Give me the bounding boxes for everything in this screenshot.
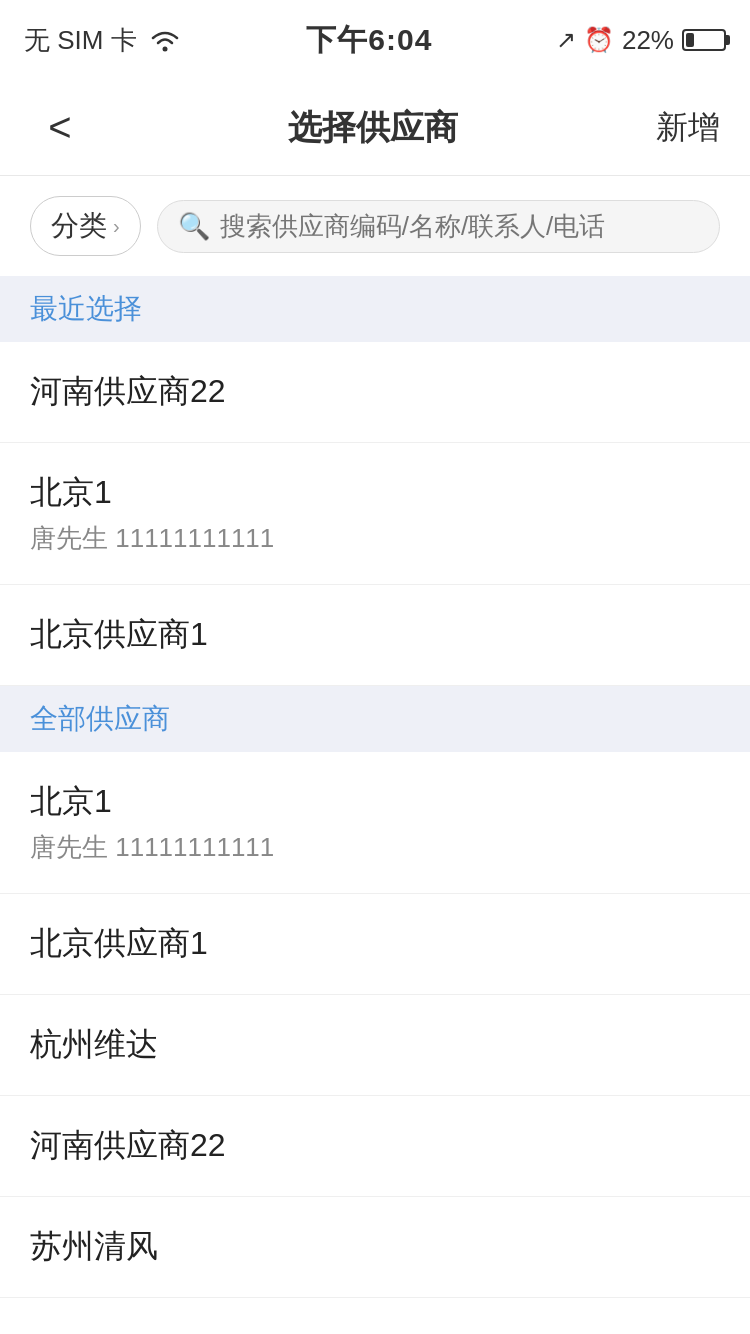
list-item[interactable]: 北京供应商1 <box>0 894 750 995</box>
chevron-right-icon: › <box>113 215 120 238</box>
item-name: 苏州清风 <box>30 1225 720 1269</box>
add-button[interactable]: 新增 <box>656 106 720 150</box>
item-name: 杭州维达 <box>30 1023 720 1067</box>
filter-bar: 分类 › 🔍 <box>0 176 750 276</box>
list-item[interactable]: 河南供应商22 <box>0 1096 750 1197</box>
search-box[interactable]: 🔍 <box>157 200 720 253</box>
search-icon: 🔍 <box>178 211 210 242</box>
all-list: 北京1 唐先生 11111111111 北京供应商1 杭州维达河南供应商22 苏州清… <box>0 752 750 1298</box>
all-section-header: 全部供应商 <box>0 686 750 752</box>
item-name: 北京供应商1 <box>30 922 720 966</box>
svg-point-0 <box>162 47 167 52</box>
item-name: 北京1 <box>30 471 720 515</box>
list-item[interactable]: 北京1 唐先生 11111111111 <box>0 443 750 585</box>
recent-list: 河南供应商22 北京1 唐先生 11111111111 北京供应商1 <box>0 342 750 686</box>
item-name: 北京供应商1 <box>30 613 720 657</box>
item-name: 北京1 <box>30 780 720 824</box>
item-sub: 唐先生 11111111111 <box>30 830 720 865</box>
list-item[interactable]: 苏州清风 <box>0 1197 750 1298</box>
category-label: 分类 <box>51 207 107 245</box>
alarm-icon: ⏰ <box>584 26 614 54</box>
location-icon: ↗ <box>556 26 576 54</box>
list-item[interactable]: 河南供应商22 <box>0 342 750 443</box>
nav-bar: < 选择供应商 新增 <box>0 80 750 176</box>
list-item[interactable]: 北京1 唐先生 11111111111 <box>0 752 750 894</box>
list-item[interactable]: 杭州维达 <box>0 995 750 1096</box>
list-item[interactable]: 北京供应商1 <box>0 585 750 686</box>
item-name: 河南供应商22 <box>30 370 720 414</box>
recent-section-header: 最近选择 <box>0 276 750 342</box>
wifi-icon <box>147 27 183 53</box>
status-bar: 无 SIM 卡 下午6:04 ↗ ⏰ 22% <box>0 0 750 80</box>
status-left: 无 SIM 卡 <box>24 23 183 58</box>
battery-percentage: 22% <box>622 25 674 56</box>
item-sub: 唐先生 11111111111 <box>30 521 720 556</box>
status-right: ↗ ⏰ 22% <box>556 25 726 56</box>
category-button[interactable]: 分类 › <box>30 196 141 256</box>
back-button[interactable]: < <box>30 98 90 158</box>
search-input[interactable] <box>220 211 699 242</box>
battery-icon <box>682 29 726 51</box>
no-sim-text: 无 SIM 卡 <box>24 23 137 58</box>
item-name: 河南供应商22 <box>30 1124 720 1168</box>
page-title: 选择供应商 <box>288 105 458 151</box>
status-time: 下午6:04 <box>306 20 432 61</box>
